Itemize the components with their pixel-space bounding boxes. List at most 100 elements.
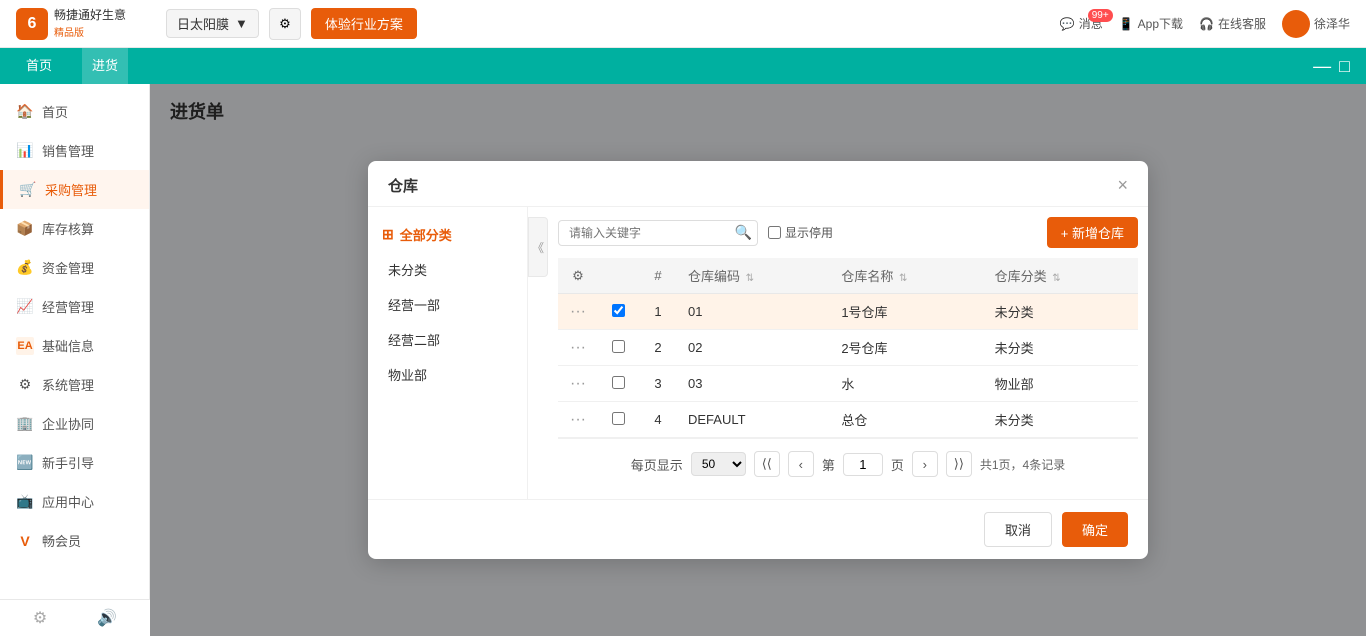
row-more-icon[interactable]: ···	[570, 339, 586, 356]
row-checkbox-cell	[598, 294, 638, 330]
sidebar-label-home: 首页	[42, 102, 68, 121]
row-checkbox[interactable]	[612, 304, 625, 317]
row-actions-cell: ···	[558, 402, 598, 438]
online-service-button[interactable]: 🎧 在线客服	[1199, 15, 1266, 32]
row-checkbox-cell	[598, 330, 638, 366]
user-menu[interactable]: 徐泽华	[1282, 10, 1350, 38]
table-row[interactable]: ··· 4 DEFAULT 总仓 未分类	[558, 402, 1138, 438]
row-more-icon[interactable]: ···	[570, 375, 586, 392]
row-checkbox[interactable]	[612, 376, 625, 389]
basic-icon: EA	[16, 337, 34, 355]
headset-icon: 🎧	[1199, 17, 1214, 31]
add-warehouse-button[interactable]: + 新增仓库	[1047, 217, 1138, 248]
prev-page-button[interactable]: ‹	[788, 451, 814, 477]
category-panel: ⊞ 全部分类 未分类 经营一部 经营二部 物业部	[368, 207, 528, 499]
first-page-button[interactable]: ⟨⟨	[754, 451, 780, 477]
window-minimize-icon[interactable]: —	[1313, 56, 1331, 77]
search-icon[interactable]: 🔍	[735, 224, 752, 241]
app-download-button[interactable]: 📱 App下载	[1119, 15, 1183, 32]
all-category-item[interactable]: ⊞ 全部分类	[368, 217, 527, 252]
header-right: 💬 消息 99+ 📱 App下载 🎧 在线客服 徐泽华	[1060, 10, 1350, 38]
per-page-select[interactable]: 50 10 20 100	[691, 452, 746, 476]
mobile-icon: 📱	[1119, 17, 1134, 31]
show-disabled-toggle[interactable]: 显示停用	[768, 224, 833, 241]
guide-icon: 🆕	[16, 454, 34, 472]
sidebar-item-operation[interactable]: 📈 经营管理	[0, 287, 149, 326]
th-check	[598, 258, 638, 294]
store-name: 日太阳膜	[177, 14, 229, 33]
row-checkbox[interactable]	[612, 340, 625, 353]
window-maximize-icon[interactable]: □	[1339, 56, 1350, 77]
operation-icon: 📈	[16, 298, 34, 316]
table-panel: 🔍 显示停用 + 新增仓库	[548, 207, 1148, 499]
row-num: 4	[638, 402, 678, 438]
row-code: 03	[678, 366, 831, 402]
speaker-icon[interactable]: 🔊	[97, 608, 117, 628]
trial-button[interactable]: 体验行业方案	[311, 8, 417, 39]
page-number-input[interactable]	[843, 453, 883, 476]
sidebar-item-enterprise[interactable]: 🏢 企业协同	[0, 404, 149, 443]
sidebar-item-sales[interactable]: 📊 销售管理	[0, 131, 149, 170]
sub-nav-home[interactable]: 首页	[16, 48, 62, 84]
row-category: 未分类	[985, 294, 1138, 330]
message-button[interactable]: 💬 消息 99+	[1060, 15, 1103, 32]
sidebar-item-basic[interactable]: EA 基础信息	[0, 326, 149, 365]
sidebar-item-guide[interactable]: 🆕 新手引导	[0, 443, 149, 482]
dialog-backdrop: 仓库 × ⊞ 全部分类 未分类 经营一部 经营二部 物业部	[150, 84, 1366, 636]
warehouse-table: ⚙ # 仓库编码 ⇅ 仓库名称 ⇅ 仓库分类 ⇅	[558, 258, 1138, 438]
table-row[interactable]: ··· 2 02 2号仓库 未分类	[558, 330, 1138, 366]
category-item-ops1[interactable]: 经营一部	[368, 287, 527, 322]
show-disabled-checkbox[interactable]	[768, 226, 781, 239]
category-item-ops2[interactable]: 经营二部	[368, 322, 527, 357]
sidebar-item-inventory[interactable]: 📦 库存核算	[0, 209, 149, 248]
dialog-footer: 取消 确定	[368, 499, 1148, 559]
home-icon: 🏠	[16, 103, 34, 121]
row-more-icon[interactable]: ···	[570, 411, 586, 428]
th-gear: ⚙	[558, 258, 598, 294]
row-actions-cell: ···	[558, 330, 598, 366]
table-row[interactable]: ··· 1 01 1号仓库 未分类	[558, 294, 1138, 330]
dialog-close-button[interactable]: ×	[1117, 175, 1128, 196]
th-name: 仓库名称 ⇅	[831, 258, 984, 294]
next-page-button[interactable]: ›	[912, 451, 938, 477]
logo-icon: 6	[16, 8, 48, 40]
dialog-title: 仓库	[388, 175, 418, 196]
per-page-label: 每页显示	[631, 455, 683, 474]
finance-icon: 💰	[16, 259, 34, 277]
logo-badge: 精品版	[54, 24, 126, 39]
row-more-icon[interactable]: ···	[570, 303, 586, 320]
sub-nav-purchase[interactable]: 进货	[82, 48, 128, 84]
top-header: 6 畅捷通好生意 精品版 日太阳膜 ▼ ⚙ 体验行业方案 💬 消息 99+ 📱 …	[0, 0, 1366, 48]
sidebar-label-enterprise: 企业协同	[42, 414, 94, 433]
row-checkbox[interactable]	[612, 412, 625, 425]
dialog-header: 仓库 ×	[368, 161, 1148, 207]
sidebar-item-purchase[interactable]: 🛒 采购管理	[0, 170, 149, 209]
sidebar-item-member[interactable]: V 畅会员	[0, 521, 149, 560]
cancel-button[interactable]: 取消	[984, 512, 1052, 547]
sidebar-item-home[interactable]: 🏠 首页	[0, 92, 149, 131]
total-info: 共1页，4条记录	[980, 456, 1065, 473]
row-actions-cell: ···	[558, 294, 598, 330]
sidebar-label-basic: 基础信息	[42, 336, 94, 355]
settings-bottom-icon[interactable]: ⚙	[33, 608, 47, 628]
sidebar-label-app: 应用中心	[42, 492, 94, 511]
category-item-uncategorized[interactable]: 未分类	[368, 252, 527, 287]
settings-button[interactable]: ⚙	[269, 8, 301, 40]
sidebar-label-operation: 经营管理	[42, 297, 94, 316]
confirm-button[interactable]: 确定	[1062, 512, 1128, 547]
row-name: 2号仓库	[831, 330, 984, 366]
store-selector[interactable]: 日太阳膜 ▼	[166, 9, 259, 38]
message-icon: 💬	[1060, 17, 1075, 31]
sidebar-item-app[interactable]: 📺 应用中心	[0, 482, 149, 521]
table-row[interactable]: ··· 3 03 水 物业部	[558, 366, 1138, 402]
row-checkbox-cell	[598, 402, 638, 438]
search-input[interactable]	[558, 220, 758, 246]
last-page-button[interactable]: ⟩⟩	[946, 451, 972, 477]
category-item-property[interactable]: 物业部	[368, 357, 527, 392]
table-toolbar: 🔍 显示停用 + 新增仓库	[558, 217, 1138, 248]
sidebar-item-system[interactable]: ⚙ 系统管理	[0, 365, 149, 404]
collapse-panel-button[interactable]: 《	[528, 217, 548, 277]
sidebar-item-finance[interactable]: 💰 资金管理	[0, 248, 149, 287]
user-name: 徐泽华	[1314, 15, 1350, 32]
sidebar-label-finance: 资金管理	[42, 258, 94, 277]
